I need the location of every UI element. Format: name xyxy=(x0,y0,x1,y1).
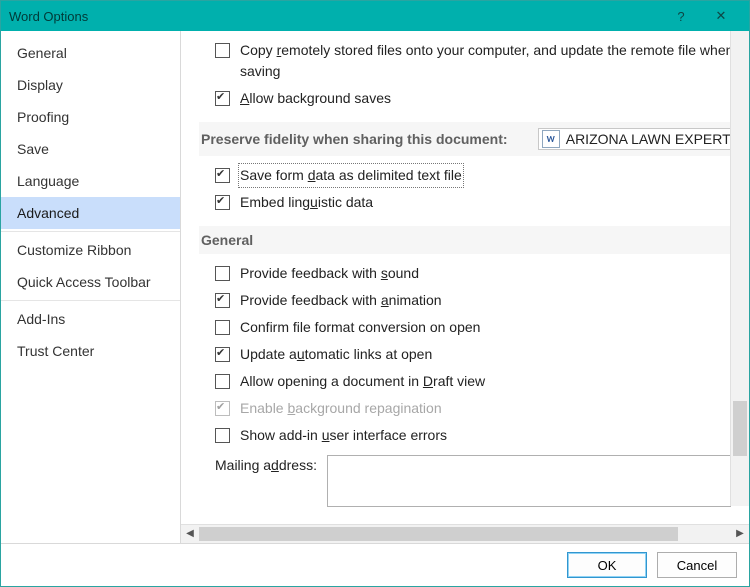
checkbox-bg-repagination xyxy=(215,401,230,416)
label-mailing-address: Mailing address: xyxy=(215,455,317,473)
content-area: ^ Copy remotely stored files onto your c… xyxy=(181,31,749,543)
row-mailing-address: Mailing address: xyxy=(201,449,749,507)
dialog-body: General Display Proofing Save Language A… xyxy=(1,31,749,543)
input-mailing-address[interactable] xyxy=(327,455,731,507)
word-options-dialog: Word Options ? ✕ General Display Proofin… xyxy=(0,0,750,587)
option-feedback-animation[interactable]: Provide feedback with animation xyxy=(201,287,749,314)
checkbox-auto-links[interactable] xyxy=(215,347,230,362)
sidebar-item-customize-ribbon[interactable]: Customize Ribbon xyxy=(1,234,180,266)
section-preserve-fidelity: Preserve fidelity when sharing this docu… xyxy=(199,122,749,156)
horizontal-scrollbar[interactable]: ◀ ▶ xyxy=(181,524,749,543)
ok-button[interactable]: OK xyxy=(567,552,647,578)
cancel-button[interactable]: Cancel xyxy=(657,552,737,578)
scroll-left-button[interactable]: ◀ xyxy=(181,525,199,543)
sidebar-item-general[interactable]: General xyxy=(1,37,180,69)
horizontal-scroll-thumb[interactable] xyxy=(199,527,678,541)
sidebar-item-trust-center[interactable]: Trust Center xyxy=(1,335,180,367)
checkbox-feedback-sound[interactable] xyxy=(215,266,230,281)
section-title-preserve: Preserve fidelity when sharing this docu… xyxy=(201,131,508,147)
section-general: General xyxy=(199,226,749,254)
document-selector[interactable]: W ARIZONA LAWN EXPERTS xyxy=(538,128,749,150)
label-save-form-data: Save form data as delimited text file xyxy=(240,165,462,186)
section-title-general: General xyxy=(201,232,253,248)
vertical-scroll-thumb[interactable] xyxy=(733,401,747,456)
option-bg-repagination: Enable background repagination xyxy=(201,395,749,422)
sidebar-item-language[interactable]: Language xyxy=(1,165,180,197)
option-draft-view[interactable]: Allow opening a document in Draft view xyxy=(201,368,749,395)
checkbox-embed-linguistic[interactable] xyxy=(215,195,230,210)
option-addin-errors[interactable]: Show add-in user interface errors xyxy=(201,422,749,449)
close-button[interactable]: ✕ xyxy=(701,8,741,24)
label-embed-linguistic: Embed linguistic data xyxy=(240,192,373,213)
checkbox-confirm-conversion[interactable] xyxy=(215,320,230,335)
label-feedback-sound: Provide feedback with sound xyxy=(240,263,419,284)
label-copy-remote: Copy remotely stored files onto your com… xyxy=(240,40,749,82)
label-auto-links: Update automatic links at open xyxy=(240,344,432,365)
scroll-right-button[interactable]: ▶ xyxy=(731,525,749,543)
sidebar-item-proofing[interactable]: Proofing xyxy=(1,101,180,133)
word-doc-icon: W xyxy=(542,130,560,148)
label-feedback-animation: Provide feedback with animation xyxy=(240,290,442,311)
option-auto-links[interactable]: Update automatic links at open xyxy=(201,341,749,368)
option-feedback-sound[interactable]: Provide feedback with sound xyxy=(201,260,749,287)
checkbox-addin-errors[interactable] xyxy=(215,428,230,443)
checkbox-draft-view[interactable] xyxy=(215,374,230,389)
option-copy-remote[interactable]: Copy remotely stored files onto your com… xyxy=(201,37,749,85)
document-name: ARIZONA LAWN EXPERTS xyxy=(566,131,740,147)
option-confirm-conversion[interactable]: Confirm file format conversion on open xyxy=(201,314,749,341)
checkbox-copy-remote[interactable] xyxy=(215,43,230,58)
options-scroll-pane: ^ Copy remotely stored files onto your c… xyxy=(181,31,749,524)
checkbox-bg-saves[interactable] xyxy=(215,91,230,106)
label-bg-saves: Allow background saves xyxy=(240,88,391,109)
category-sidebar: General Display Proofing Save Language A… xyxy=(1,31,181,543)
checkbox-feedback-animation[interactable] xyxy=(215,293,230,308)
option-bg-saves[interactable]: Allow background saves xyxy=(201,85,749,112)
sidebar-item-add-ins[interactable]: Add-Ins xyxy=(1,303,180,335)
titlebar: Word Options ? ✕ xyxy=(1,1,749,31)
label-addin-errors: Show add-in user interface errors xyxy=(240,425,447,446)
label-confirm-conversion: Confirm file format conversion on open xyxy=(240,317,480,338)
option-save-form-data[interactable]: Save form data as delimited text file xyxy=(201,162,749,189)
horizontal-scroll-track[interactable] xyxy=(199,527,731,541)
checkbox-save-form-data[interactable] xyxy=(215,168,230,183)
sidebar-item-save[interactable]: Save xyxy=(1,133,180,165)
sidebar-item-advanced[interactable]: Advanced xyxy=(1,197,180,229)
sidebar-item-display[interactable]: Display xyxy=(1,69,180,101)
vertical-scrollbar[interactable] xyxy=(730,31,749,506)
label-draft-view: Allow opening a document in Draft view xyxy=(240,371,485,392)
help-button[interactable]: ? xyxy=(661,9,701,24)
label-bg-repagination: Enable background repagination xyxy=(240,398,442,419)
sidebar-separator xyxy=(1,231,180,232)
window-title: Word Options xyxy=(9,9,661,24)
sidebar-separator xyxy=(1,300,180,301)
dialog-footer: OK Cancel xyxy=(1,543,749,586)
sidebar-item-quick-access-toolbar[interactable]: Quick Access Toolbar xyxy=(1,266,180,298)
option-embed-linguistic[interactable]: Embed linguistic data xyxy=(201,189,749,216)
